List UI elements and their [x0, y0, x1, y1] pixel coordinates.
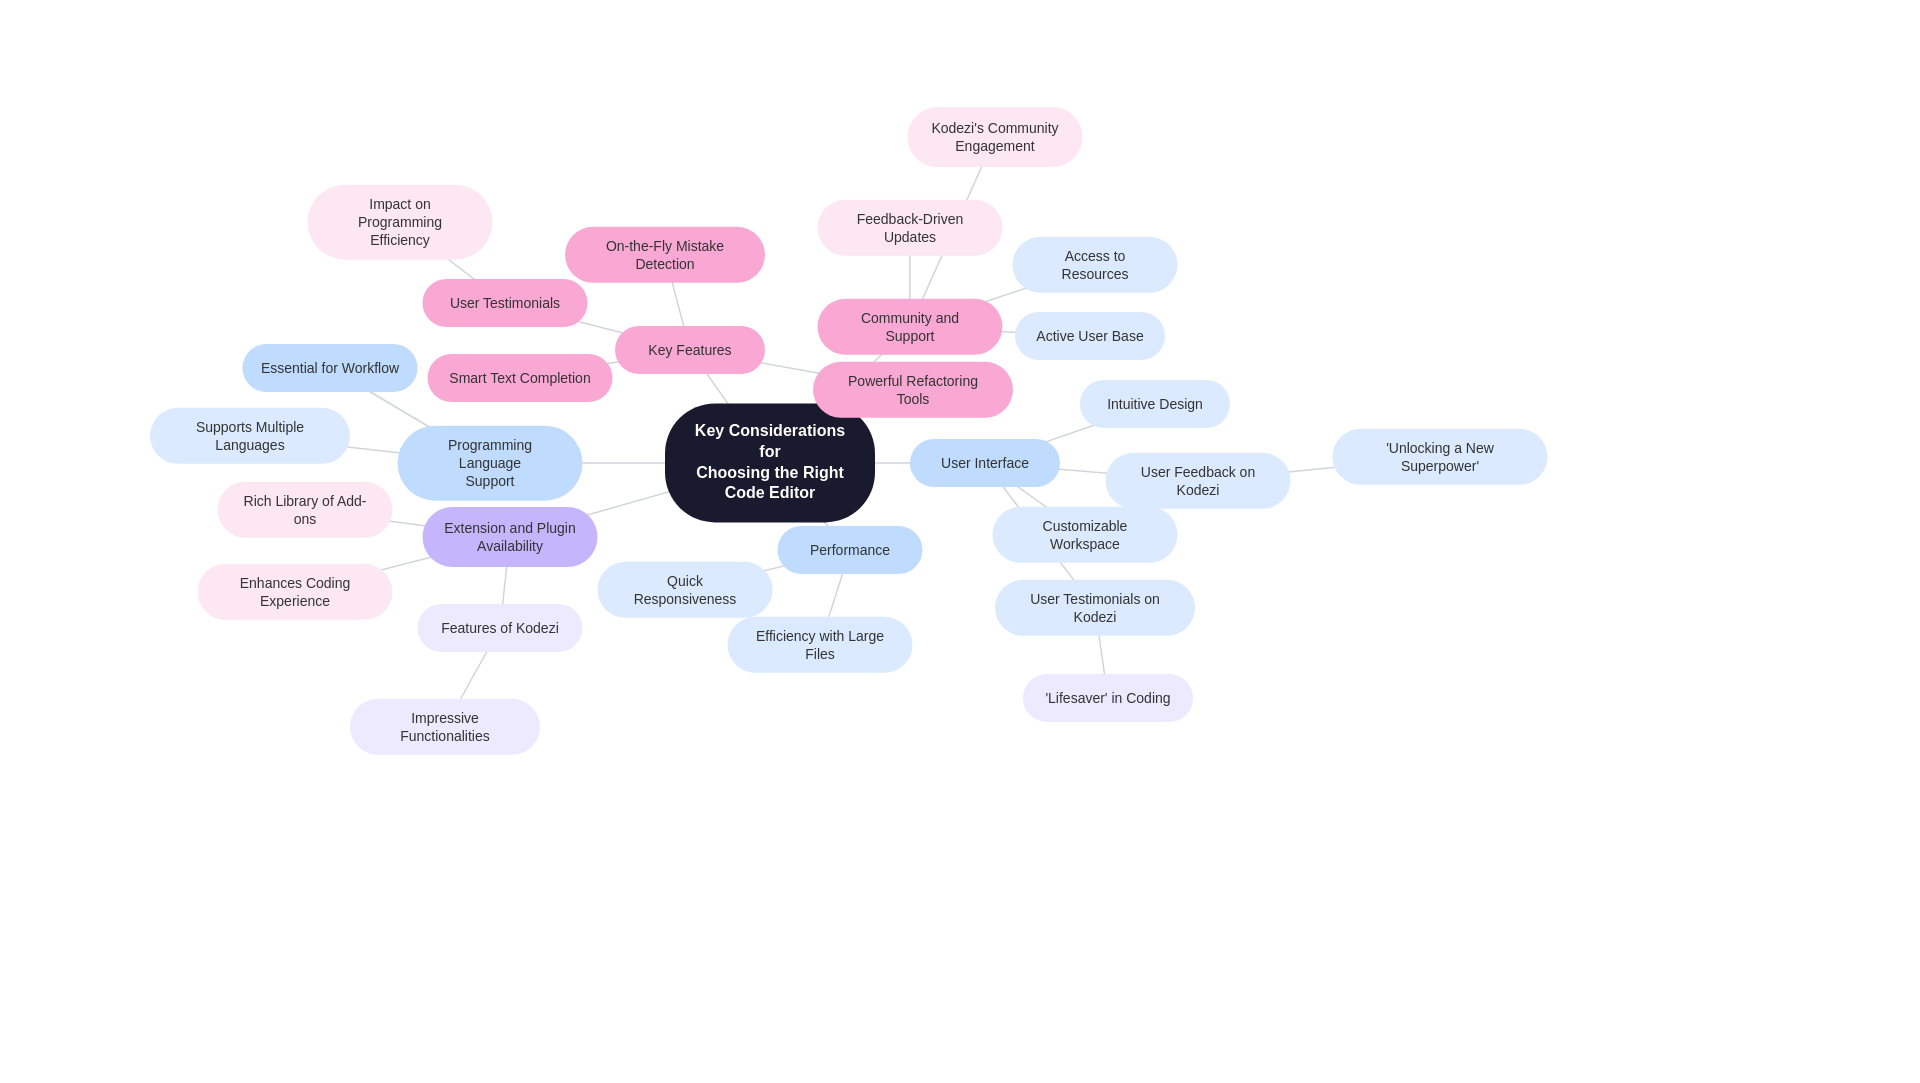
node-kodezisCommun[interactable]: Kodezi's Community Engagement [908, 107, 1083, 167]
node-communitySupport[interactable]: Community and Support [818, 299, 1003, 355]
node-userFeedbackKodezi[interactable]: User Feedback on Kodezi [1106, 453, 1291, 509]
node-keyFeatures[interactable]: Key Features [615, 326, 765, 374]
node-programmingLanguageSupport[interactable]: Programming Language Support [398, 426, 583, 501]
node-performance[interactable]: Performance [778, 526, 923, 574]
node-activeUserBase[interactable]: Active User Base [1015, 312, 1165, 360]
mindmap-container: Key Considerations for Choosing the Righ… [0, 0, 1920, 1083]
node-unlockingNewSuperpower[interactable]: 'Unlocking a New Superpower' [1333, 429, 1548, 485]
node-onTheFly[interactable]: On-the-Fly Mistake Detection [565, 227, 765, 283]
node-accessToResources[interactable]: Access to Resources [1013, 237, 1178, 293]
node-lifesaver[interactable]: 'Lifesaver' in Coding [1023, 674, 1193, 722]
node-intuitiveDesign[interactable]: Intuitive Design [1080, 380, 1230, 428]
node-quickResponsiveness[interactable]: Quick Responsiveness [598, 562, 773, 618]
node-supportsMultipleLanguages[interactable]: Supports Multiple Languages [150, 408, 350, 464]
node-feedbackDriven[interactable]: Feedback-Driven Updates [818, 200, 1003, 256]
node-userInterface[interactable]: User Interface [910, 439, 1060, 487]
node-featuresOfKodezi[interactable]: Features of Kodezi [418, 604, 583, 652]
node-userTestimonialsKodezi[interactable]: User Testimonials on Kodezi [995, 580, 1195, 636]
node-impressiveFunctionalities[interactable]: Impressive Functionalities [350, 699, 540, 755]
node-userTestimonials[interactable]: User Testimonials [423, 279, 588, 327]
node-richLibrary[interactable]: Rich Library of Add-ons [218, 482, 393, 538]
node-smartText[interactable]: Smart Text Completion [428, 354, 613, 402]
node-extensionPlugin[interactable]: Extension and Plugin Availability [423, 507, 598, 567]
node-center[interactable]: Key Considerations for Choosing the Righ… [665, 403, 875, 522]
node-customizableWorkspace[interactable]: Customizable Workspace [993, 507, 1178, 563]
node-enhancesCoding[interactable]: Enhances Coding Experience [198, 564, 393, 620]
node-essentialForWorkflow[interactable]: Essential for Workflow [243, 344, 418, 392]
node-powerfulRefactoring[interactable]: Powerful Refactoring Tools [813, 362, 1013, 418]
node-efficiencyLargeFiles[interactable]: Efficiency with Large Files [728, 617, 913, 673]
node-impactOnProgramming[interactable]: Impact on Programming Efficiency [308, 185, 493, 260]
